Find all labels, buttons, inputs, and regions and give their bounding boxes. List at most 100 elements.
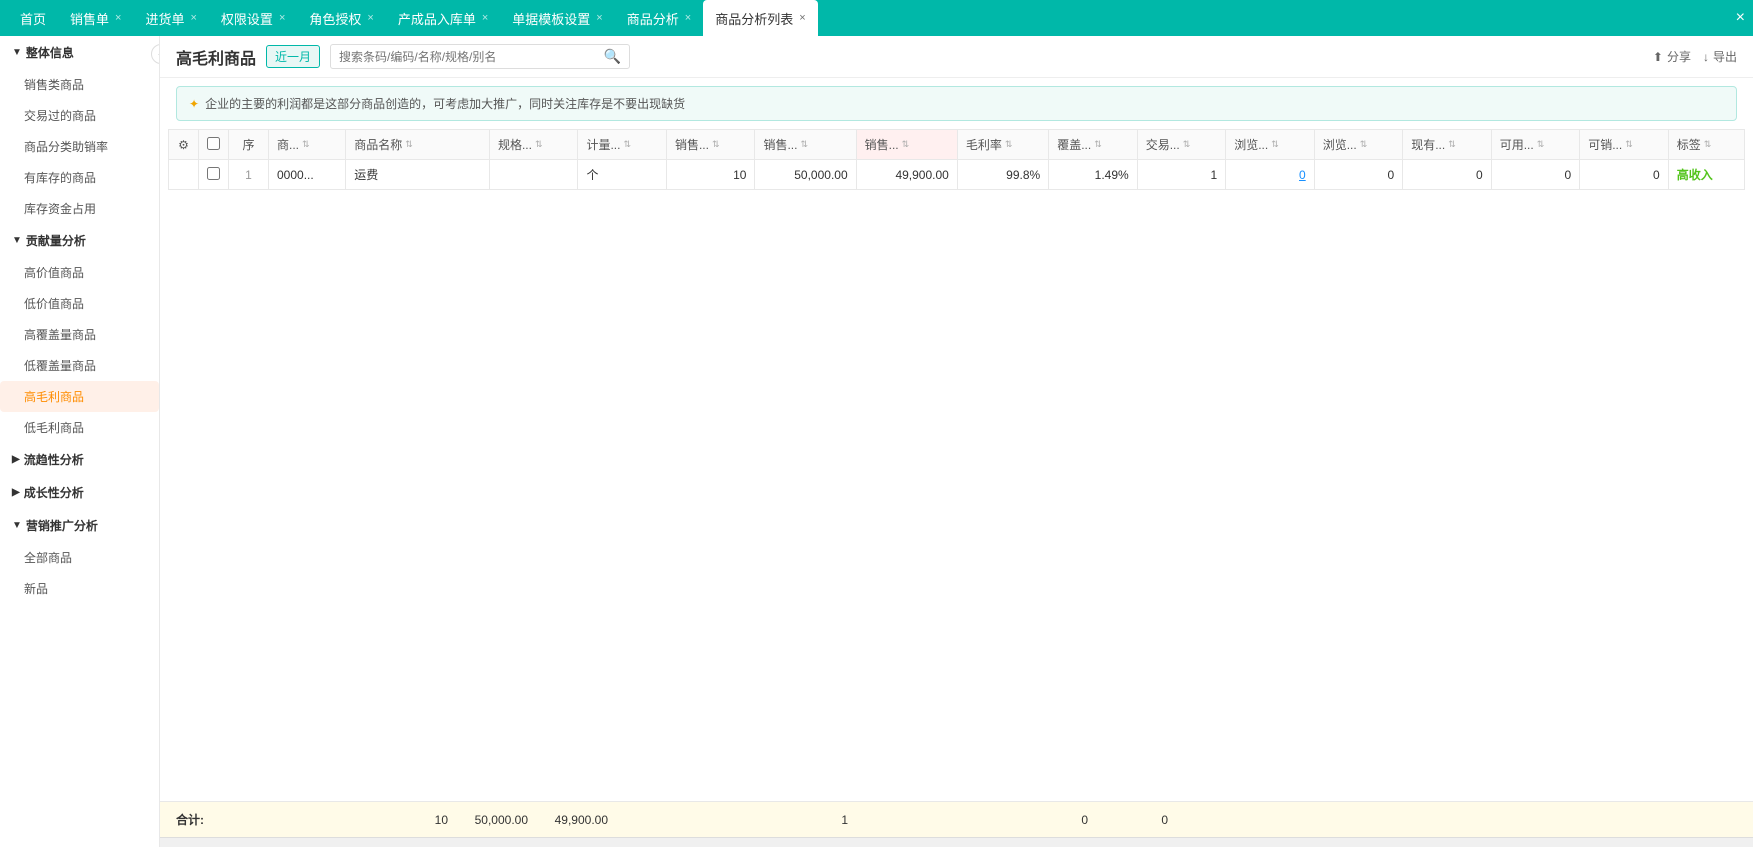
search-box: 🔍 xyxy=(330,44,630,69)
cell-sales-qty: 10 xyxy=(666,160,755,190)
cell-checkbox[interactable] xyxy=(199,160,229,190)
cell-view1[interactable]: 0 xyxy=(1226,160,1315,190)
table-row: 1 0000... 运费 个 10 50,000.00 49,900.00 99… xyxy=(169,160,1745,190)
nav-production-warehousing[interactable]: 产成品入库单 × xyxy=(386,0,500,36)
th-sku-code[interactable]: 商...⇅ xyxy=(269,130,346,160)
th-saleable-stock[interactable]: 可销...⇅ xyxy=(1580,130,1669,160)
footer-total: 合计: 10 50,000.00 49,900.00 1 0 0 xyxy=(160,801,1753,837)
th-view1[interactable]: 浏览...⇅ xyxy=(1226,130,1315,160)
sidebar-item-traded-goods[interactable]: 交易过的商品 xyxy=(0,100,159,131)
select-all-checkbox[interactable] xyxy=(207,137,220,150)
sidebar-item-high-value-goods[interactable]: 高价值商品 xyxy=(0,257,159,288)
footer-current-stock: 0 xyxy=(1016,813,1096,827)
nav-voucher-template[interactable]: 单据模板设置 × xyxy=(500,0,614,36)
cell-sku-code: 0000... xyxy=(269,160,346,190)
th-gross-margin[interactable]: 毛利率⇅ xyxy=(957,130,1048,160)
cell-available-stock: 0 xyxy=(1491,160,1580,190)
cell-name: 运费 xyxy=(346,160,490,190)
sidebar-item-inventory-capital[interactable]: 库存资金占用 xyxy=(0,193,159,224)
row-checkbox[interactable] xyxy=(207,167,220,180)
sidebar-group-overall-info[interactable]: ▼ 整体信息 xyxy=(0,36,159,69)
close-permission-icon[interactable]: × xyxy=(279,12,285,24)
footer-transaction: 1 xyxy=(776,813,856,827)
sort-view1-icon: ⇅ xyxy=(1271,139,1279,150)
th-available-stock[interactable]: 可用...⇅ xyxy=(1491,130,1580,160)
sidebar-item-high-coverage-goods[interactable]: 高覆盖量商品 xyxy=(0,319,159,350)
th-coverage[interactable]: 覆盖...⇅ xyxy=(1049,130,1138,160)
cell-gross-margin: 99.8% xyxy=(957,160,1048,190)
nav-product-analysis[interactable]: 商品分析 × xyxy=(615,0,703,36)
sidebar-group-marketing-analysis[interactable]: ▼ 营销推广分析 xyxy=(0,509,159,542)
arrow-down-icon: ▼ xyxy=(12,47,22,58)
sidebar-item-sales-goods[interactable]: 销售类商品 xyxy=(0,69,159,100)
filter-month-button[interactable]: 近一月 xyxy=(266,45,320,68)
sidebar-item-new-goods[interactable]: 新品 xyxy=(0,573,159,604)
sort-unit-icon: ⇅ xyxy=(623,139,631,150)
th-settings[interactable]: ⚙ xyxy=(169,130,199,160)
sort-transaction-icon: ⇅ xyxy=(1183,139,1191,150)
cell-sales-profit: 49,900.00 xyxy=(856,160,957,190)
th-sales-qty[interactable]: 销售...⇅ xyxy=(666,130,755,160)
close-product-analysis-list-icon[interactable]: × xyxy=(799,12,805,24)
footer-cells: 10 50,000.00 49,900.00 1 0 0 xyxy=(376,813,1737,827)
cell-spec xyxy=(489,160,578,190)
bottom-scrollbar[interactable] xyxy=(160,837,1753,847)
sidebar-item-low-coverage-goods[interactable]: 低覆盖量商品 xyxy=(0,350,159,381)
sidebar-item-all-goods[interactable]: 全部商品 xyxy=(0,542,159,573)
th-sales-amount[interactable]: 销售...⇅ xyxy=(755,130,856,160)
nav-sales-order[interactable]: 销售单 × xyxy=(58,0,133,36)
th-name[interactable]: 商品名称⇅ xyxy=(346,130,490,160)
search-input[interactable] xyxy=(339,50,604,64)
search-icon[interactable]: 🔍 xyxy=(604,48,621,65)
cell-sales-amount: 50,000.00 xyxy=(755,160,856,190)
sidebar-group-contribution-analysis[interactable]: ▼ 贡献量分析 xyxy=(0,224,159,257)
th-transaction[interactable]: 交易...⇅ xyxy=(1137,130,1226,160)
th-tag[interactable]: 标签⇅ xyxy=(1668,130,1744,160)
th-spec[interactable]: 规格...⇅ xyxy=(489,130,578,160)
footer-label: 合计: xyxy=(176,811,376,828)
nav-product-analysis-list[interactable]: 商品分析列表 × xyxy=(703,0,817,36)
top-nav: 首页 销售单 × 进货单 × 权限设置 × 角色授权 × 产成品入库单 × 单据… xyxy=(0,0,1753,36)
sort-current-stock-icon: ⇅ xyxy=(1448,139,1456,150)
arrow-down-icon-3: ▼ xyxy=(12,520,22,531)
footer-sales-amount: 50,000.00 xyxy=(456,813,536,827)
export-button[interactable]: ↓ 导出 xyxy=(1703,48,1737,65)
sidebar-item-category-rate[interactable]: 商品分类助销率 xyxy=(0,131,159,162)
cell-transaction: 1 xyxy=(1137,160,1226,190)
footer-available-stock: 0 xyxy=(1096,813,1176,827)
close-all-button[interactable]: × xyxy=(1736,9,1745,27)
nav-role-auth[interactable]: 角色授权 × xyxy=(297,0,385,36)
nav-permission-settings[interactable]: 权限设置 × xyxy=(209,0,297,36)
share-icon: ⬆ xyxy=(1653,50,1663,64)
sidebar-item-low-margin-goods[interactable]: 低毛利商品 xyxy=(0,412,159,443)
sidebar-item-in-stock-goods[interactable]: 有库存的商品 xyxy=(0,162,159,193)
th-sales-profit[interactable]: 销售...⇅ xyxy=(856,130,957,160)
sidebar-group-growth-analysis[interactable]: ▶ 成长性分析 xyxy=(0,476,159,509)
header-actions: ⬆ 分享 ↓ 导出 xyxy=(1653,48,1737,65)
footer-sales-profit: 49,900.00 xyxy=(536,813,616,827)
th-view2[interactable]: 浏览...⇅ xyxy=(1314,130,1403,160)
th-unit[interactable]: 计量...⇅ xyxy=(578,130,667,160)
th-current-stock[interactable]: 现有...⇅ xyxy=(1403,130,1492,160)
sort-view2-icon: ⇅ xyxy=(1360,139,1368,150)
close-product-analysis-icon[interactable]: × xyxy=(685,12,691,24)
sort-sales-qty-icon: ⇅ xyxy=(712,139,720,150)
close-purchase-order-icon[interactable]: × xyxy=(190,12,196,24)
close-production-warehousing-icon[interactable]: × xyxy=(482,12,488,24)
close-role-auth-icon[interactable]: × xyxy=(367,12,373,24)
sidebar-item-high-margin-goods[interactable]: 高毛利商品 xyxy=(0,381,159,412)
footer-empty1 xyxy=(616,813,696,827)
sidebar-group-trend-analysis[interactable]: ▶ 流趋性分析 xyxy=(0,443,159,476)
nav-purchase-order[interactable]: 进货单 × xyxy=(133,0,208,36)
close-voucher-template-icon[interactable]: × xyxy=(596,12,602,24)
sidebar-item-low-value-goods[interactable]: 低价值商品 xyxy=(0,288,159,319)
sort-sales-profit-icon: ⇅ xyxy=(902,139,910,150)
close-sales-order-icon[interactable]: × xyxy=(115,12,121,24)
sort-sales-amount-icon: ⇅ xyxy=(800,139,808,150)
content-header: 高毛利商品 近一月 🔍 ⬆ 分享 ↓ 导出 xyxy=(160,36,1753,78)
footer-sales-qty: 10 xyxy=(376,813,456,827)
footer-empty4 xyxy=(936,813,1016,827)
nav-home[interactable]: 首页 xyxy=(8,0,58,36)
cell-coverage: 1.49% xyxy=(1049,160,1138,190)
share-button[interactable]: ⬆ 分享 xyxy=(1653,48,1691,65)
